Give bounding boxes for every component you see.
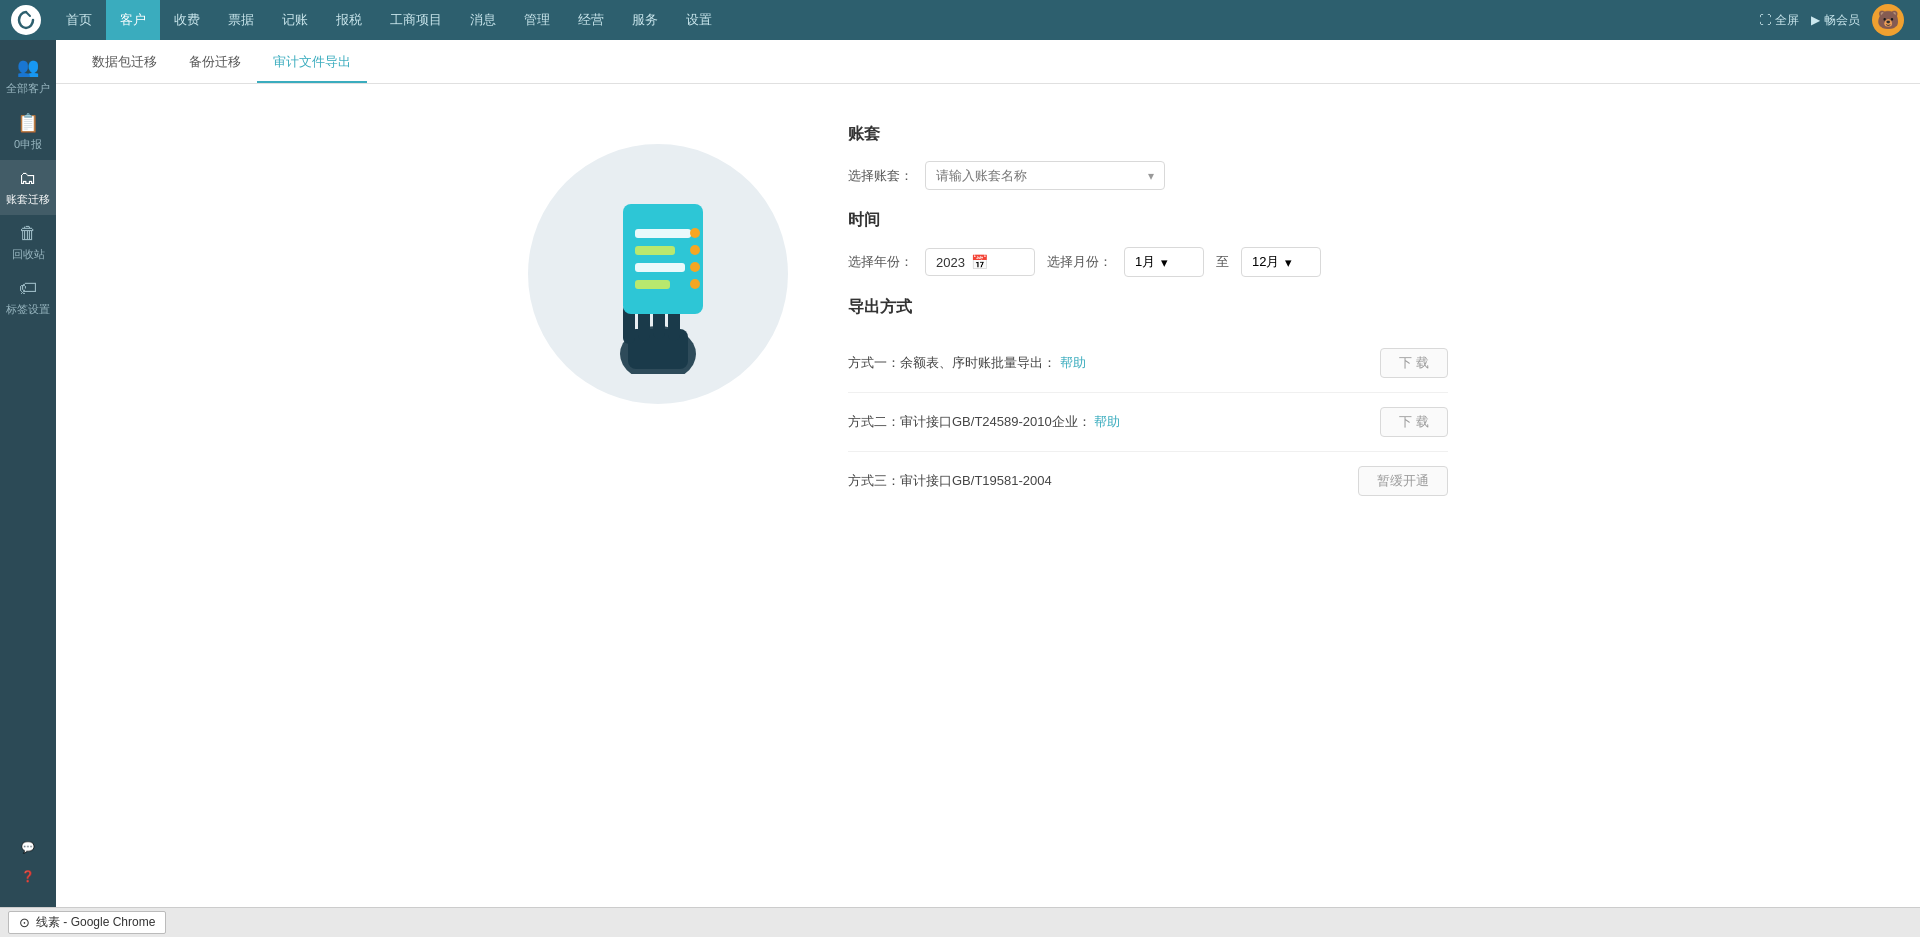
nav-item-settings[interactable]: 设置 xyxy=(672,0,726,40)
content-area: 数据包迁移 备份迁移 审计文件导出 xyxy=(56,40,1920,907)
method-3-label: 方式三：审计接口GB/T19581-2004 xyxy=(848,472,1052,490)
method-1-help-link[interactable]: 帮助 xyxy=(1060,355,1086,370)
export-method-2: 方式二：审计接口GB/T24589-2010企业： 帮助 下 载 xyxy=(848,393,1448,452)
fullscreen-icon: ⛶ xyxy=(1759,13,1771,27)
zero-declare-icon: 📋 xyxy=(17,112,39,134)
year-select-input[interactable]: 2023 📅 xyxy=(925,248,1035,276)
export-method-3: 方式三：审计接口GB/T19581-2004 暂缓开通 xyxy=(848,452,1448,510)
svg-point-13 xyxy=(690,262,700,272)
sidebar-item-all-clients[interactable]: 👥 全部客户 xyxy=(0,48,56,104)
export-methods-list: 方式一：余额表、序时账批量导出： 帮助 下 载 方式二：审计接口GB/T2458… xyxy=(848,334,1448,510)
tab-backup-migration[interactable]: 备份迁移 xyxy=(173,43,257,83)
nav-item-bookkeeping[interactable]: 记账 xyxy=(268,0,322,40)
nav-item-home[interactable]: 首页 xyxy=(52,0,106,40)
page-content: 账套 选择账套： ▾ 时间 选择年份： 2023 📅 选择月份 xyxy=(56,84,1920,907)
sidebar-item-zero-declare[interactable]: 📋 0申报 xyxy=(0,104,56,160)
time-select-row: 选择年份： 2023 📅 选择月份： 1月 ▾ 至 12月 ▾ xyxy=(848,247,1448,277)
sidebar-item-tag-settings[interactable]: 🏷 标签设置 xyxy=(0,270,56,325)
logo[interactable] xyxy=(8,2,44,38)
svg-rect-7 xyxy=(635,229,691,238)
account-name-input[interactable] xyxy=(936,168,1142,183)
account-section-title: 账套 xyxy=(848,124,1448,145)
chevron-down-icon: ▾ xyxy=(1148,169,1154,183)
year-select-label: 选择年份： xyxy=(848,253,913,271)
nav-item-message[interactable]: 消息 xyxy=(456,0,510,40)
svg-point-12 xyxy=(690,245,700,255)
tag-settings-icon: 🏷 xyxy=(19,278,37,299)
month-chevron-down-icon: ▾ xyxy=(1161,255,1168,270)
main-layout: 👥 全部客户 📋 0申报 🗂 账套迁移 🗑 回收站 🏷 标签设置 💬 ❓ xyxy=(0,40,1920,907)
illustration-svg xyxy=(568,174,748,374)
nav-item-business[interactable]: 工商项目 xyxy=(376,0,456,40)
sidebar-chat-button[interactable]: 💬 xyxy=(17,833,39,862)
svg-point-14 xyxy=(690,279,700,289)
method-3-open-button[interactable]: 暂缓开通 xyxy=(1358,466,1448,496)
top-nav-right: ⛶ 全屏 ▶ 畅会员 🐻 xyxy=(1759,4,1904,36)
year-value: 2023 xyxy=(936,255,965,270)
svg-rect-9 xyxy=(635,263,685,272)
export-method-1: 方式一：余额表、序时账批量导出： 帮助 下 载 xyxy=(848,334,1448,393)
method-2-download-button[interactable]: 下 载 xyxy=(1380,407,1448,437)
svg-rect-10 xyxy=(635,280,670,289)
sidebar-item-recycle[interactable]: 🗑 回收站 xyxy=(0,215,56,270)
time-section-title: 时间 xyxy=(848,210,1448,231)
taskbar: ⊙ 线素 - Google Chrome xyxy=(0,907,1920,937)
month-select-label: 选择月份： xyxy=(1047,253,1112,271)
svg-rect-6 xyxy=(623,204,703,314)
account-select-row: 选择账套： ▾ xyxy=(848,161,1448,190)
sidebar-help-button[interactable]: ❓ xyxy=(17,862,39,891)
method-1-download-button[interactable]: 下 载 xyxy=(1380,348,1448,378)
end-month-value: 12月 xyxy=(1252,253,1279,271)
svg-point-11 xyxy=(690,228,700,238)
member-button[interactable]: ▶ 畅会员 xyxy=(1811,12,1860,29)
end-month-select[interactable]: 12月 ▾ xyxy=(1241,247,1321,277)
chrome-icon: ⊙ xyxy=(19,915,30,930)
calendar-icon: 📅 xyxy=(971,254,988,270)
method-2-help-link[interactable]: 帮助 xyxy=(1094,414,1120,429)
nav-item-billing[interactable]: 收费 xyxy=(160,0,214,40)
all-clients-icon: 👥 xyxy=(17,56,39,78)
help-icon: ❓ xyxy=(21,870,35,883)
tab-data-migration[interactable]: 数据包迁移 xyxy=(76,43,173,83)
end-month-chevron-icon: ▾ xyxy=(1285,255,1292,270)
nav-items: 首页 客户 收费 票据 记账 报税 工商项目 消息 管理 经营 服务 设置 xyxy=(52,0,726,40)
sidebar-item-account-migrate[interactable]: 🗂 账套迁移 xyxy=(0,160,56,215)
account-migrate-icon: 🗂 xyxy=(19,168,37,189)
logo-circle xyxy=(11,5,41,35)
top-navigation: 首页 客户 收费 票据 记账 报税 工商项目 消息 管理 经营 服务 设置 ⛶ … xyxy=(0,0,1920,40)
method-1-label: 方式一：余额表、序时账批量导出： 帮助 xyxy=(848,354,1086,372)
tabs-bar: 数据包迁移 备份迁移 审计文件导出 xyxy=(56,40,1920,84)
chat-icon: 💬 xyxy=(21,841,35,854)
nav-item-service[interactable]: 服务 xyxy=(618,0,672,40)
tab-audit-export[interactable]: 审计文件导出 xyxy=(257,43,367,83)
account-select-input[interactable]: ▾ xyxy=(925,161,1165,190)
export-section-title: 导出方式 xyxy=(848,297,1448,318)
sidebar-bottom: 💬 ❓ xyxy=(17,833,39,907)
start-month-select[interactable]: 1月 ▾ xyxy=(1124,247,1204,277)
taskbar-item-label: 线素 - Google Chrome xyxy=(36,914,155,931)
fullscreen-button[interactable]: ⛶ 全屏 xyxy=(1759,12,1799,29)
member-icon: ▶ xyxy=(1811,13,1820,27)
method-2-label: 方式二：审计接口GB/T24589-2010企业： 帮助 xyxy=(848,413,1120,431)
recycle-icon: 🗑 xyxy=(19,223,37,244)
nav-item-invoice[interactable]: 票据 xyxy=(214,0,268,40)
form-area: 账套 选择账套： ▾ 时间 选择年份： 2023 📅 选择月份 xyxy=(848,114,1448,510)
sidebar: 👥 全部客户 📋 0申报 🗂 账套迁移 🗑 回收站 🏷 标签设置 💬 ❓ xyxy=(0,40,56,907)
nav-item-operation[interactable]: 经营 xyxy=(564,0,618,40)
account-select-label: 选择账套： xyxy=(848,167,913,185)
illustration-circle xyxy=(528,144,788,404)
time-separator: 至 xyxy=(1216,253,1229,271)
nav-item-client[interactable]: 客户 xyxy=(106,0,160,40)
svg-rect-8 xyxy=(635,246,675,255)
illustration-area xyxy=(528,114,788,404)
avatar[interactable]: 🐻 xyxy=(1872,4,1904,36)
nav-item-tax[interactable]: 报税 xyxy=(322,0,376,40)
taskbar-chrome-item[interactable]: ⊙ 线素 - Google Chrome xyxy=(8,911,166,934)
start-month-value: 1月 xyxy=(1135,253,1155,271)
nav-item-manage[interactable]: 管理 xyxy=(510,0,564,40)
